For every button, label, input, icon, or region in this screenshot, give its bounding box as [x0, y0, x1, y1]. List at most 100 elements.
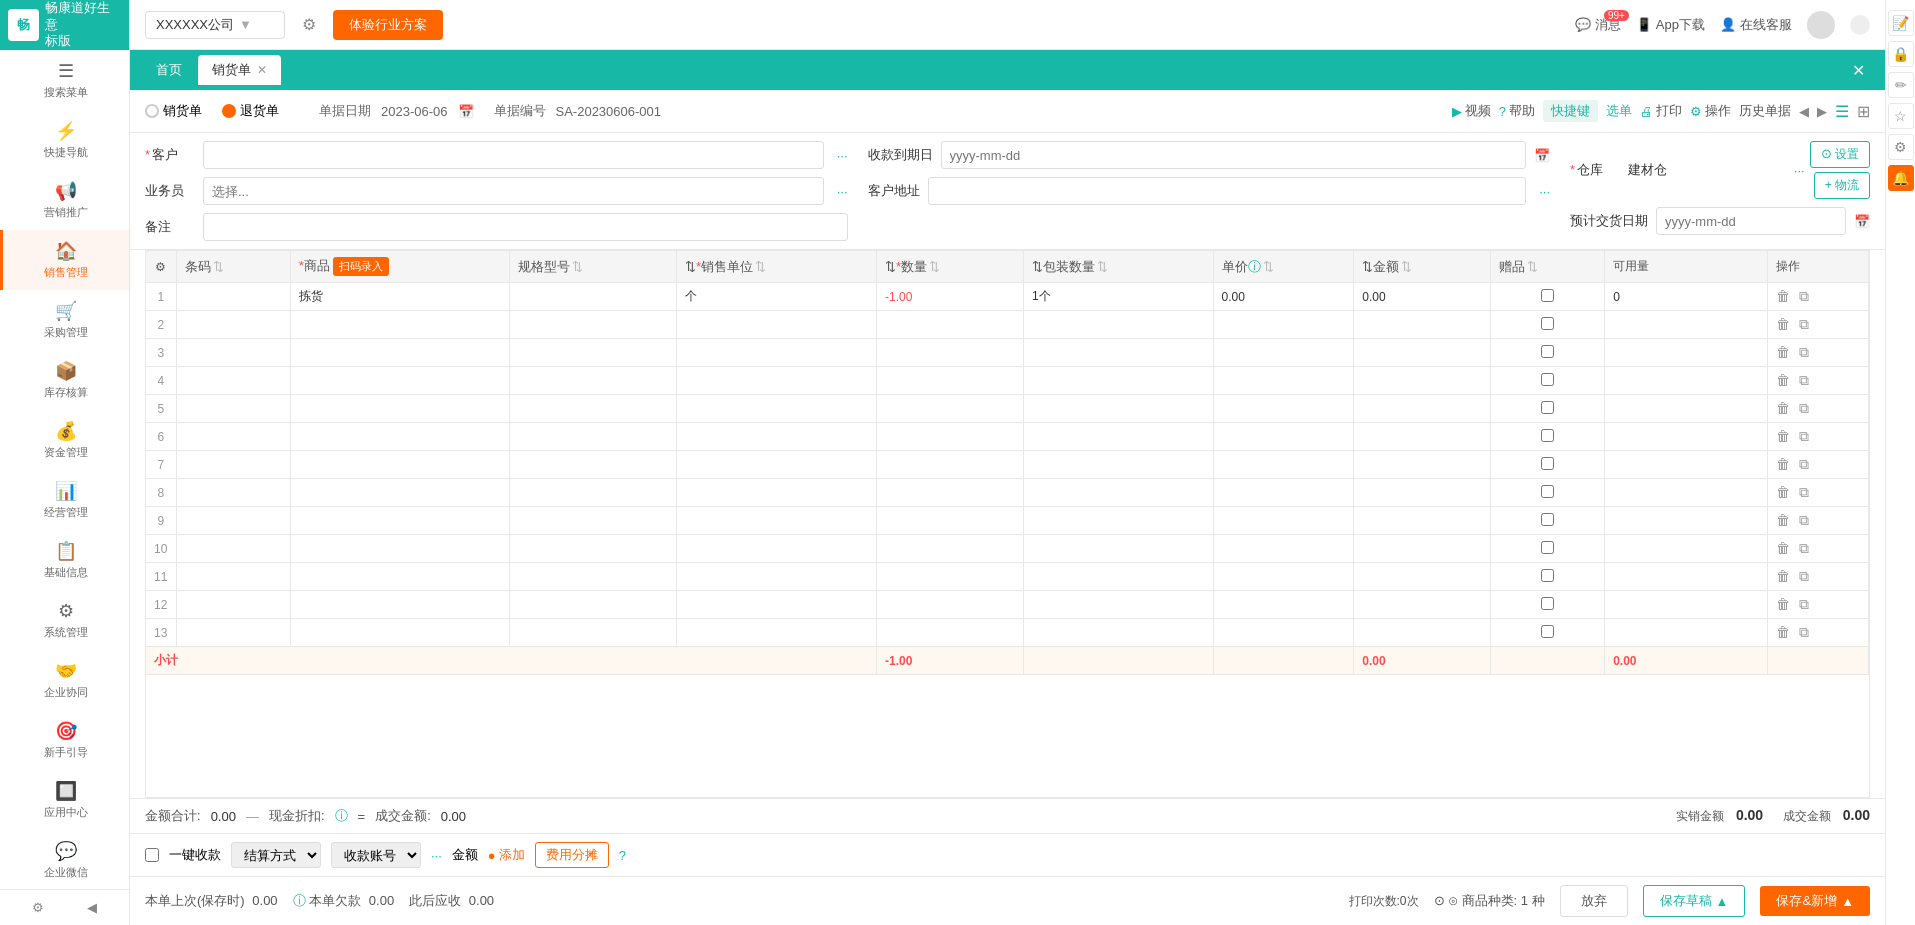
save-new-button[interactable]: 保存&新增 ▲: [1760, 886, 1870, 916]
cell-gift-6[interactable]: [1490, 451, 1604, 479]
app-download-item[interactable]: 📱 App下载: [1636, 16, 1705, 34]
cell-unit-1[interactable]: [676, 311, 876, 339]
payment-account-dots[interactable]: ···: [431, 848, 442, 863]
unit-sort-icon[interactable]: ⇅: [755, 259, 766, 274]
delete-icon-12[interactable]: 🗑: [1776, 624, 1790, 640]
cell-qty-3[interactable]: [876, 367, 1023, 395]
gift-checkbox-7[interactable]: [1541, 485, 1554, 498]
cell-unit-2[interactable]: [676, 339, 876, 367]
toolbar-operation[interactable]: ⚙操作: [1690, 102, 1731, 120]
payment-add-button[interactable]: ● 添加: [488, 846, 525, 864]
panel-icon-lock[interactable]: 🔒: [1888, 41, 1914, 67]
cell-barcode-9[interactable]: [176, 535, 290, 563]
cell-qty-4[interactable]: [876, 395, 1023, 423]
cell-pkgqty-8[interactable]: [1023, 507, 1213, 535]
sidebar-item-finance[interactable]: 💰 资金管理: [0, 410, 129, 470]
delete-icon-9[interactable]: 🗑: [1776, 540, 1790, 556]
cell-gift-5[interactable]: [1490, 423, 1604, 451]
sidebar-item-search[interactable]: ☰ 搜索菜单: [0, 50, 129, 110]
cell-gift-1[interactable]: [1490, 311, 1604, 339]
sidebar-item-quicknav[interactable]: ⚡ 快捷导航: [0, 110, 129, 170]
cell-product-4[interactable]: [290, 395, 509, 423]
address-input[interactable]: [928, 177, 1527, 205]
cell-qty-12[interactable]: [876, 619, 1023, 647]
cell-gift-0[interactable]: [1490, 283, 1604, 311]
cell-pkgqty-4[interactable]: [1023, 395, 1213, 423]
cell-amount-0[interactable]: 0.00: [1354, 283, 1491, 311]
cell-qty-11[interactable]: [876, 591, 1023, 619]
delete-icon-3[interactable]: 🗑: [1776, 372, 1790, 388]
logistics-button[interactable]: + 物流: [1814, 172, 1870, 199]
toolbar-nav-next[interactable]: ▶: [1817, 104, 1827, 119]
settings-gear-button[interactable]: ⚙: [295, 11, 323, 39]
cell-price-10[interactable]: [1213, 563, 1354, 591]
cell-price-3[interactable]: [1213, 367, 1354, 395]
cell-gift-8[interactable]: [1490, 507, 1604, 535]
cell-amount-9[interactable]: [1354, 535, 1491, 563]
radio-return[interactable]: 退货单: [222, 102, 279, 120]
cell-barcode-7[interactable]: [176, 479, 290, 507]
cell-barcode-11[interactable]: [176, 591, 290, 619]
toolbar-video[interactable]: ▶视频: [1452, 102, 1491, 120]
cell-pkgqty-6[interactable]: [1023, 451, 1213, 479]
copy-icon-12[interactable]: ⧉: [1799, 624, 1809, 640]
barcode-sort-icon[interactable]: ⇅: [213, 259, 224, 274]
warehouse-dots[interactable]: ···: [1794, 163, 1805, 178]
toolbar-view-list[interactable]: ☰: [1835, 102, 1849, 121]
delete-icon-10[interactable]: 🗑: [1776, 568, 1790, 584]
cell-product-3[interactable]: [290, 367, 509, 395]
cell-product-9[interactable]: [290, 535, 509, 563]
address-dots[interactable]: ···: [1539, 184, 1550, 199]
copy-icon-10[interactable]: ⧉: [1799, 568, 1809, 584]
gift-checkbox-4[interactable]: [1541, 401, 1554, 414]
cell-unit-9[interactable]: [676, 535, 876, 563]
radio-sales[interactable]: 销货单: [145, 102, 202, 120]
cell-spec-2[interactable]: [509, 339, 676, 367]
avatar2[interactable]: [1850, 15, 1870, 35]
customer-dots[interactable]: ···: [837, 148, 848, 163]
cell-barcode-6[interactable]: [176, 451, 290, 479]
sidebar-settings-icon[interactable]: ⚙: [32, 900, 44, 915]
cell-amount-5[interactable]: [1354, 423, 1491, 451]
copy-icon-4[interactable]: ⧉: [1799, 400, 1809, 416]
delete-icon-0[interactable]: 🗑: [1776, 288, 1790, 304]
sidebar-item-baseinfo[interactable]: 📋 基础信息: [0, 530, 129, 590]
cell-unit-4[interactable]: [676, 395, 876, 423]
save-draft-button[interactable]: 保存草稿 ▲: [1643, 885, 1746, 917]
cell-product-0[interactable]: 拣货: [290, 283, 509, 311]
cell-pkgqty-5[interactable]: [1023, 423, 1213, 451]
gift-checkbox-9[interactable]: [1541, 541, 1554, 554]
delete-icon-7[interactable]: 🗑: [1776, 484, 1790, 500]
calendar-icon[interactable]: 📅: [458, 104, 474, 119]
cell-spec-5[interactable]: [509, 423, 676, 451]
cell-amount-1[interactable]: [1354, 311, 1491, 339]
payment-account-select[interactable]: 收款账号: [331, 842, 421, 868]
fee-help-icon[interactable]: ?: [619, 848, 626, 863]
discard-button[interactable]: 放弃: [1560, 885, 1628, 917]
cell-price-12[interactable]: [1213, 619, 1354, 647]
cell-qty-10[interactable]: [876, 563, 1023, 591]
cell-spec-6[interactable]: [509, 451, 676, 479]
cell-spec-7[interactable]: [509, 479, 676, 507]
cell-qty-1[interactable]: [876, 311, 1023, 339]
panel-icon-settings[interactable]: ⚙: [1888, 134, 1914, 160]
cell-amount-7[interactable]: [1354, 479, 1491, 507]
cell-barcode-10[interactable]: [176, 563, 290, 591]
cell-unit-0[interactable]: 个: [676, 283, 876, 311]
cell-product-7[interactable]: [290, 479, 509, 507]
delete-icon-11[interactable]: 🗑: [1776, 596, 1790, 612]
trial-button[interactable]: 体验行业方案: [333, 10, 443, 40]
cell-qty-5[interactable]: [876, 423, 1023, 451]
payment-method-select[interactable]: 结算方式: [231, 842, 321, 868]
sidebar-item-inventory[interactable]: 📦 库存核算: [0, 350, 129, 410]
cell-unit-8[interactable]: [676, 507, 876, 535]
copy-icon-11[interactable]: ⧉: [1799, 596, 1809, 612]
cell-price-6[interactable]: [1213, 451, 1354, 479]
toolbar-nav-prev[interactable]: ◀: [1799, 104, 1809, 119]
cell-gift-11[interactable]: [1490, 591, 1604, 619]
sidebar-item-guide[interactable]: 🎯 新手引导: [0, 710, 129, 770]
toolbar-help[interactable]: ?帮助: [1499, 102, 1535, 120]
tab-close-top-icon[interactable]: ✕: [1842, 61, 1875, 80]
tab-sales-order[interactable]: 销货单 ✕: [198, 55, 281, 85]
cell-gift-2[interactable]: [1490, 339, 1604, 367]
